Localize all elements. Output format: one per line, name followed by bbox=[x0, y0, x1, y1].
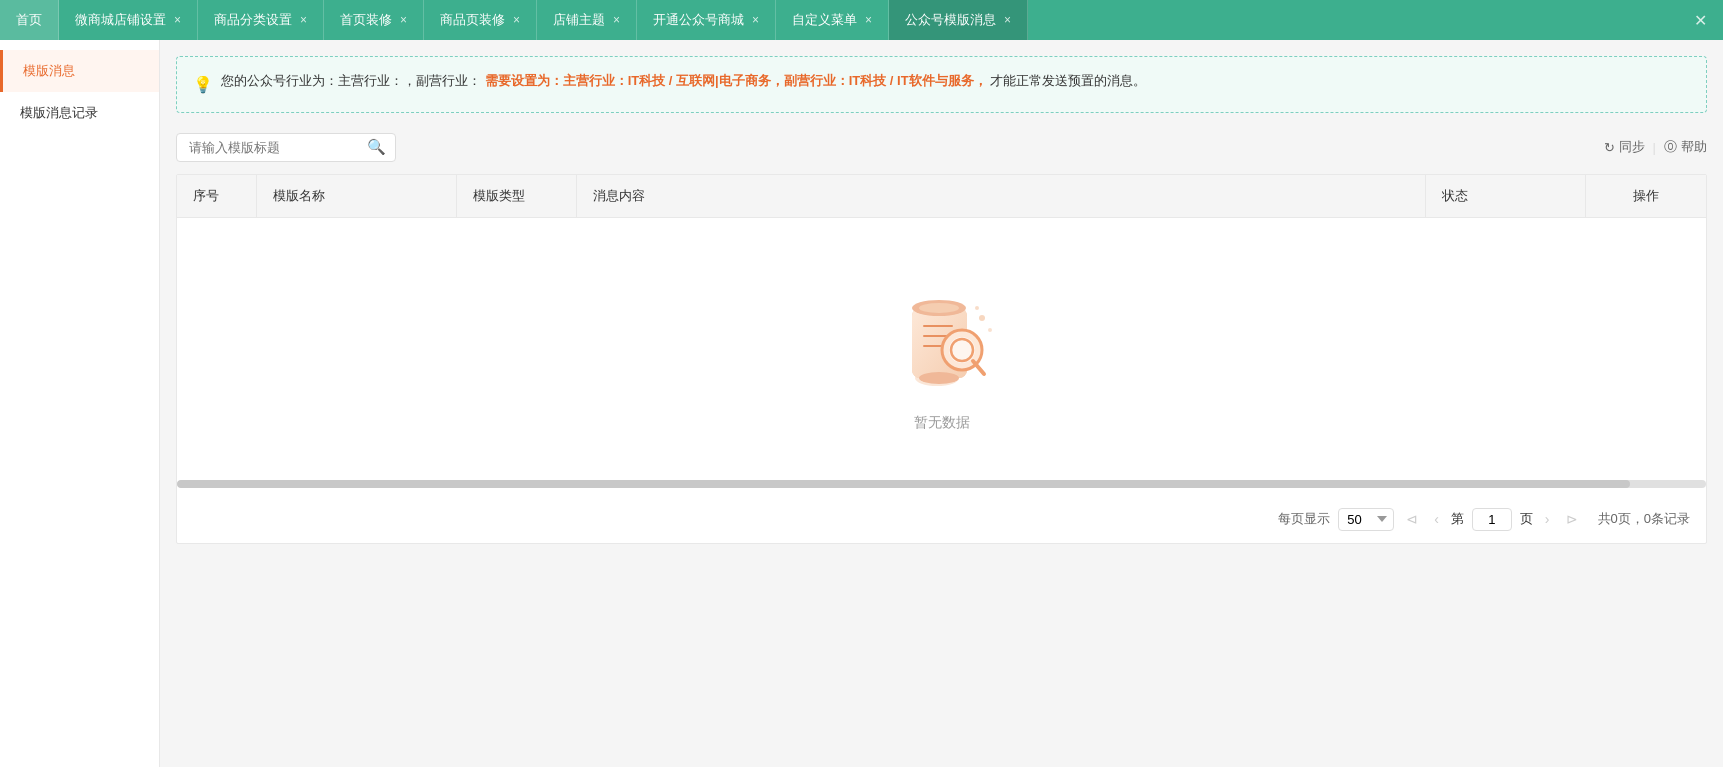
help-icon: ⓪ bbox=[1664, 138, 1677, 156]
scrollbar-thumb bbox=[177, 480, 1630, 488]
page-next-button[interactable]: › bbox=[1541, 509, 1554, 529]
toolbar-right: ↻ 同步 | ⓪ 帮助 bbox=[1604, 138, 1707, 156]
tab-custommenu[interactable]: 自定义菜单 × bbox=[776, 0, 889, 40]
tab-template[interactable]: 公众号模版消息 × bbox=[889, 0, 1028, 40]
help-button[interactable]: ⓪ 帮助 bbox=[1664, 138, 1707, 156]
page-size-select[interactable]: 50 10 20 100 bbox=[1338, 508, 1394, 531]
col-header-action: 操作 bbox=[1586, 175, 1706, 217]
toolbar-divider: | bbox=[1653, 140, 1656, 155]
svg-point-4 bbox=[919, 303, 959, 313]
table-header: 序号 模版名称 模版类型 消息内容 状态 操作 bbox=[177, 175, 1706, 218]
tab-template-close[interactable]: × bbox=[1004, 13, 1011, 27]
tab-weshop-close[interactable]: × bbox=[174, 13, 181, 27]
tab-custommenu-close[interactable]: × bbox=[865, 13, 872, 27]
notice-highlight: 需要设置为：主营行业：IT科技 / 互联网|电子商务，副营行业：IT科技 / I… bbox=[485, 73, 987, 88]
page-first-button[interactable]: ⊲ bbox=[1402, 509, 1422, 529]
sync-label: 同步 bbox=[1619, 138, 1645, 156]
col-header-seq: 序号 bbox=[177, 175, 257, 217]
page-number-input[interactable] bbox=[1472, 508, 1512, 531]
notice-prefix: 您的公众号行业为：主营行业：，副营行业： bbox=[221, 73, 481, 88]
tab-theme-label: 店铺主题 bbox=[553, 11, 605, 29]
search-input[interactable] bbox=[176, 133, 396, 162]
sidebar-item-template-msg[interactable]: 模版消息 bbox=[0, 50, 159, 92]
notice-box: 💡 您的公众号行业为：主营行业：，副营行业： 需要设置为：主营行业：IT科技 /… bbox=[176, 56, 1707, 113]
tab-template-label: 公众号模版消息 bbox=[905, 11, 996, 29]
sync-button[interactable]: ↻ 同步 bbox=[1604, 138, 1645, 156]
notice-icon: 💡 bbox=[193, 72, 213, 98]
sidebar: 模版消息 模版消息记录 bbox=[0, 40, 160, 767]
tab-theme-close[interactable]: × bbox=[613, 13, 620, 27]
tab-product[interactable]: 商品页装修 × bbox=[424, 0, 537, 40]
svg-point-14 bbox=[988, 328, 992, 332]
tab-homepage[interactable]: 首页装修 × bbox=[324, 0, 424, 40]
main-content: 💡 您的公众号行业为：主营行业：，副营行业： 需要设置为：主营行业：IT科技 /… bbox=[160, 40, 1723, 767]
tab-mall[interactable]: 开通公众号商城 × bbox=[637, 0, 776, 40]
tab-homepage-close[interactable]: × bbox=[400, 13, 407, 27]
tab-weshop-label: 微商城店铺设置 bbox=[75, 11, 166, 29]
page-size-label: 每页显示 bbox=[1278, 510, 1330, 528]
sidebar-item-template-log-label: 模版消息记录 bbox=[20, 105, 98, 120]
tab-category-close[interactable]: × bbox=[300, 13, 307, 27]
col-header-content: 消息内容 bbox=[577, 175, 1426, 217]
tab-custommenu-label: 自定义菜单 bbox=[792, 11, 857, 29]
page-word2: 页 bbox=[1520, 510, 1533, 528]
tab-weshop[interactable]: 微商城店铺设置 × bbox=[59, 0, 198, 40]
tab-category-label: 商品分类设置 bbox=[214, 11, 292, 29]
data-table: 序号 模版名称 模版类型 消息内容 状态 操作 bbox=[176, 174, 1707, 544]
empty-text: 暂无数据 bbox=[914, 414, 970, 432]
empty-state: 暂无数据 bbox=[177, 218, 1706, 472]
col-header-type: 模版类型 bbox=[457, 175, 577, 217]
search-input-wrap: 🔍 bbox=[176, 133, 396, 162]
sync-icon: ↻ bbox=[1604, 140, 1615, 155]
tab-mall-close[interactable]: × bbox=[752, 13, 759, 27]
tab-product-close[interactable]: × bbox=[513, 13, 520, 27]
empty-illustration bbox=[882, 278, 1002, 398]
layout: 模版消息 模版消息记录 💡 您的公众号行业为：主营行业：，副营行业： 需要设置为… bbox=[0, 40, 1723, 767]
tab-category[interactable]: 商品分类设置 × bbox=[198, 0, 324, 40]
tab-mall-label: 开通公众号商城 bbox=[653, 11, 744, 29]
search-button[interactable]: 🔍 bbox=[367, 138, 386, 156]
sidebar-item-template-msg-label: 模版消息 bbox=[23, 63, 75, 78]
help-label: 帮助 bbox=[1681, 138, 1707, 156]
pagination-info: 共0页，0条记录 bbox=[1598, 510, 1690, 528]
page-last-button[interactable]: ⊳ bbox=[1562, 509, 1582, 529]
tab-product-label: 商品页装修 bbox=[440, 11, 505, 29]
col-header-name: 模版名称 bbox=[257, 175, 457, 217]
sidebar-item-template-log[interactable]: 模版消息记录 bbox=[0, 92, 159, 134]
svg-point-10 bbox=[949, 337, 975, 363]
close-all-button[interactable]: ✕ bbox=[1678, 11, 1723, 30]
svg-point-13 bbox=[979, 315, 985, 321]
tab-bar: 首页 微商城店铺设置 × 商品分类设置 × 首页装修 × 商品页装修 × 店铺主… bbox=[0, 0, 1723, 40]
svg-point-5 bbox=[919, 372, 959, 384]
tab-home[interactable]: 首页 bbox=[0, 0, 59, 40]
notice-suffix: 才能正常发送预置的消息。 bbox=[990, 73, 1146, 88]
col-header-status: 状态 bbox=[1426, 175, 1586, 217]
svg-point-15 bbox=[975, 306, 979, 310]
page-prev-button[interactable]: ‹ bbox=[1430, 509, 1443, 529]
tab-home-label: 首页 bbox=[16, 11, 42, 29]
horizontal-scrollbar[interactable] bbox=[177, 480, 1706, 488]
search-bar: 🔍 ↻ 同步 | ⓪ 帮助 bbox=[176, 133, 1707, 162]
tab-homepage-label: 首页装修 bbox=[340, 11, 392, 29]
tab-theme[interactable]: 店铺主题 × bbox=[537, 0, 637, 40]
pagination: 每页显示 50 10 20 100 ⊲ ‹ 第 页 › ⊳ 共0页，0条记录 bbox=[177, 496, 1706, 543]
notice-text: 您的公众号行业为：主营行业：，副营行业： 需要设置为：主营行业：IT科技 / 互… bbox=[221, 71, 1146, 92]
page-word: 第 bbox=[1451, 510, 1464, 528]
